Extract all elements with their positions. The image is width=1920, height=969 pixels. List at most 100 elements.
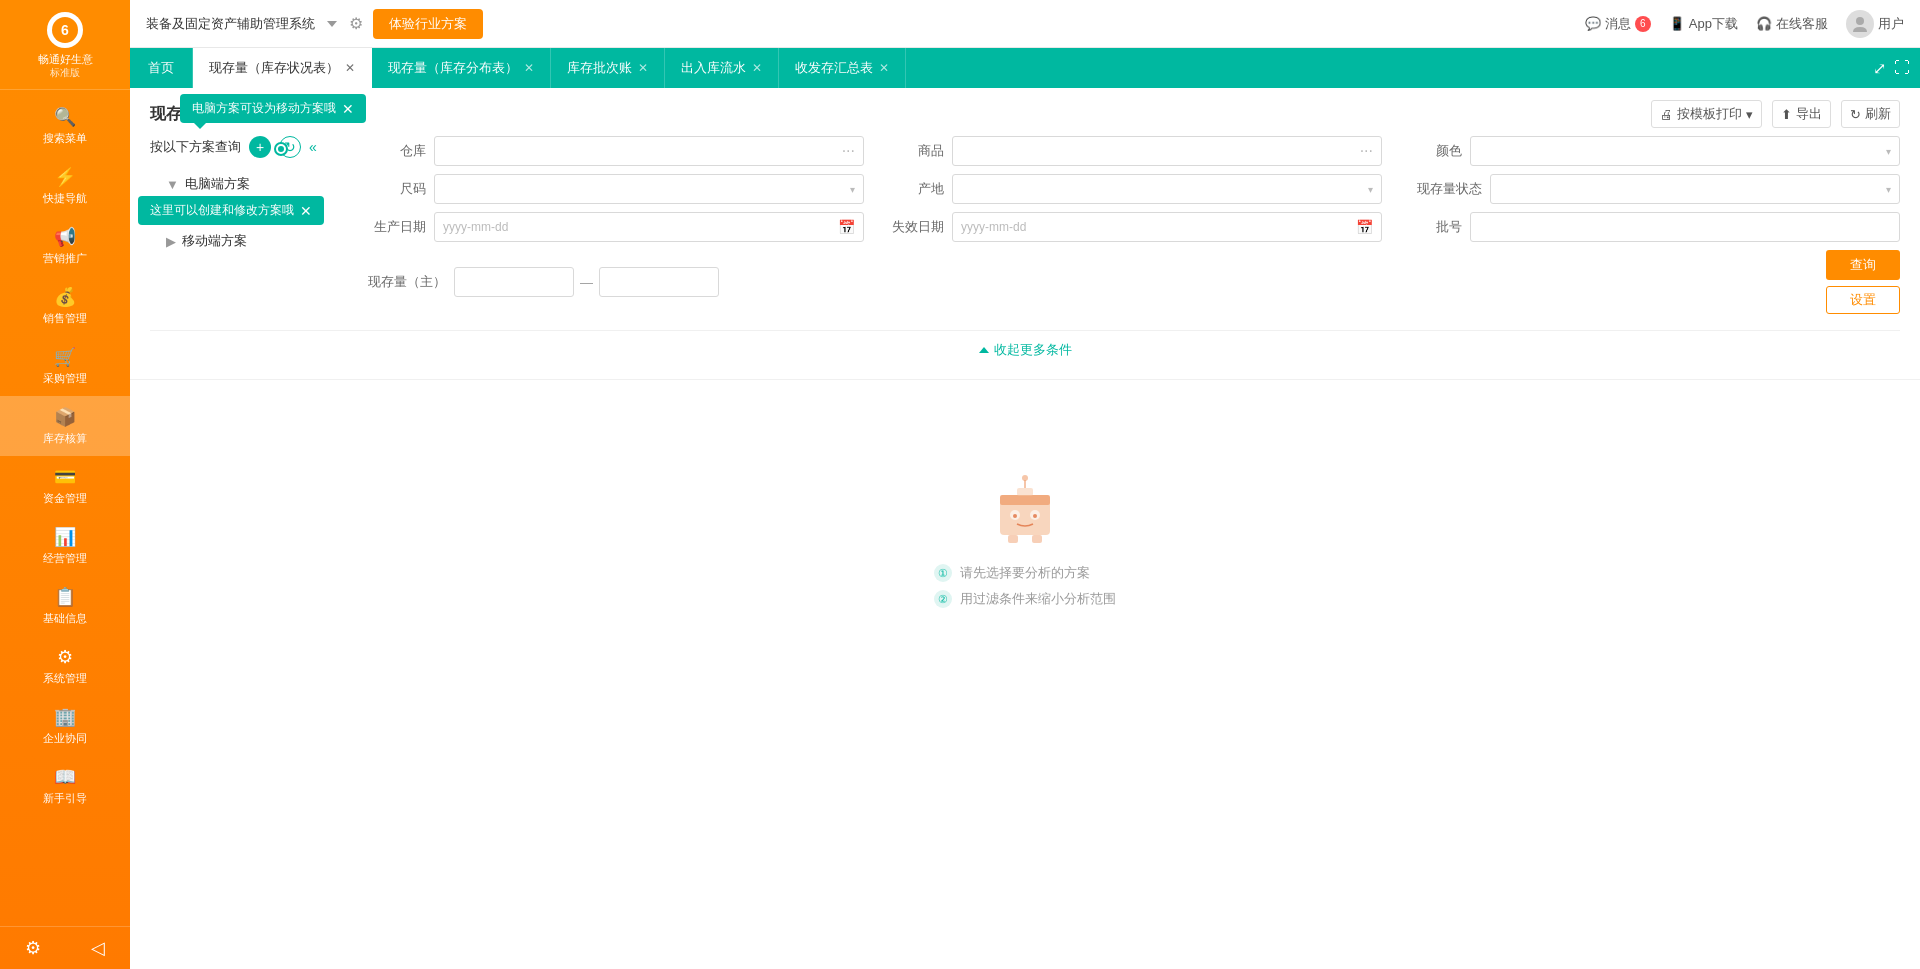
topbar: 装备及固定资产辅助管理系统 ⚙ 体验行业方案 💬 消息 6 📱 App下载 🎧 … [130, 0, 1920, 48]
tab-inout-flow[interactable]: 出入库流水 ✕ [665, 48, 779, 88]
tooltip-close-icon[interactable]: ✕ [342, 101, 354, 117]
page-header: 现存量查询(按仓库+商品) 🖨 按模板打印 ▾ ⬆ 导出 ↻ 刷新 [130, 88, 1920, 136]
tab-maximize-icon[interactable]: ⤢ [1873, 59, 1886, 78]
tab-recv-summary[interactable]: 收发存汇总表 ✕ [779, 48, 906, 88]
collapse-up-icon [978, 344, 990, 356]
sidebar-item-finance[interactable]: 💳 资金管理 [0, 456, 130, 516]
sidebar-item-search[interactable]: 🔍 搜索菜单 [0, 96, 130, 156]
tabbar: 首页 现存量（库存状况表） ✕ 现存量（库存分布表） ✕ 库存批次账 ✕ 出入库… [130, 48, 1920, 88]
empty-illustration [975, 460, 1075, 540]
filter-arrow-left-icon[interactable]: « [309, 139, 317, 155]
collapse-more-btn[interactable]: 收起更多条件 [150, 330, 1900, 369]
sidebar-logo: 6 畅通好生意 标准版 [0, 0, 130, 90]
sidebar-item-operation[interactable]: 📊 经营管理 [0, 516, 130, 576]
marketing-icon: 📢 [54, 226, 76, 248]
export-btn[interactable]: ⬆ 导出 [1772, 100, 1831, 128]
sales-icon: 💰 [54, 286, 76, 308]
lightning-icon: ⚡ [54, 166, 76, 188]
message-btn[interactable]: 💬 消息 6 [1585, 15, 1651, 33]
tab-close-icon[interactable]: ✕ [879, 61, 889, 75]
sidebar-nav: 🔍 搜索菜单 ⚡ 快捷导航 📢 营销推广 💰 销售管理 🛒 采购管理 📦 库存核… [0, 90, 130, 926]
goods-input[interactable]: ··· [952, 136, 1382, 166]
tab-fullscreen-icon[interactable]: ⛶ [1894, 59, 1910, 77]
origin-label: 产地 [884, 180, 944, 198]
stock-range-sep: — [580, 275, 593, 290]
filter-label: 按以下方案查询 [150, 138, 241, 156]
stock-main-input-min[interactable] [454, 267, 574, 297]
tab-stock-batch[interactable]: 库存批次账 ✕ [551, 48, 665, 88]
tab-stock-dist[interactable]: 现存量（库存分布表） ✕ [372, 48, 551, 88]
tab-push-btns: ⤢ ⛶ [1863, 48, 1920, 88]
size-dropdown-icon: ▾ [850, 184, 855, 195]
app-download-btn[interactable]: 📱 App下载 [1669, 15, 1738, 33]
warehouse-dots-icon[interactable]: ··· [842, 142, 855, 160]
produce-date-calendar-icon[interactable]: 📅 [838, 219, 855, 235]
pc-scheme-item[interactable]: ▼ 电脑端方案 [160, 172, 350, 196]
tab-home[interactable]: 首页 [130, 48, 193, 88]
sidebar-item-system[interactable]: ⚙ 系统管理 [0, 636, 130, 696]
filter-section: 按以下方案查询 + ↻ « 电脑方案可设为移动方案哦 ✕ [130, 136, 1920, 380]
settings-icon: ⚙ [57, 646, 73, 668]
sidebar: 6 畅通好生意 标准版 🔍 搜索菜单 ⚡ 快捷导航 📢 营销推广 💰 销售管理 … [0, 0, 130, 969]
tab-inout-flow-label: 出入库流水 [681, 59, 746, 77]
sidebar-item-inventory[interactable]: 📦 库存核算 [0, 396, 130, 456]
tooltip-edit-close-icon[interactable]: ✕ [300, 203, 312, 219]
expire-date-input[interactable]: yyyy-mm-dd 📅 [952, 212, 1382, 242]
system-title: 装备及固定资产辅助管理系统 [146, 15, 315, 33]
search-icon: 🔍 [54, 106, 76, 128]
sidebar-item-enterprise[interactable]: 🏢 企业协同 [0, 696, 130, 756]
stock-main-input-max[interactable] [599, 267, 719, 297]
stock-status-input[interactable]: ▾ [1490, 174, 1900, 204]
goods-dots-icon[interactable]: ··· [1360, 142, 1373, 160]
page-actions: 🖨 按模板打印 ▾ ⬆ 导出 ↻ 刷新 [1651, 100, 1900, 128]
stock-status-label: 现存量状态 [1402, 180, 1482, 198]
mobile-scheme-item[interactable]: ▶ 移动端方案 [160, 229, 350, 253]
user-btn[interactable]: 用户 [1846, 10, 1904, 38]
expire-date-calendar-icon[interactable]: 📅 [1356, 219, 1373, 235]
expire-date-placeholder: yyyy-mm-dd [961, 220, 1026, 234]
sidebar-item-guide[interactable]: 📖 新手引导 [0, 756, 130, 816]
inventory-icon: 📦 [54, 406, 76, 428]
gear-icon[interactable]: ⚙ [349, 14, 363, 33]
svg-rect-11 [1017, 488, 1033, 496]
produce-date-label: 生产日期 [366, 218, 426, 236]
reset-btn[interactable]: 设置 [1826, 286, 1900, 314]
filter-header: 按以下方案查询 + ↻ « 电脑方案可设为移动方案哦 ✕ [150, 136, 350, 158]
industry-btn[interactable]: 体验行业方案 [373, 9, 483, 39]
query-btn[interactable]: 查询 [1826, 250, 1900, 280]
size-input[interactable]: ▾ [434, 174, 864, 204]
svg-marker-2 [327, 21, 337, 27]
tab-stock-status-label: 现存量（库存状况表） [209, 59, 339, 77]
tooltip-add-scheme: 电脑方案可设为移动方案哦 ✕ [180, 94, 366, 123]
tab-close-icon[interactable]: ✕ [345, 61, 355, 75]
batch-input[interactable] [1470, 212, 1900, 242]
batch-label: 批号 [1402, 218, 1462, 236]
sidebar-bottom: ⚙ ◁ [0, 926, 130, 969]
collapse-sidebar-icon[interactable]: ◁ [91, 937, 105, 959]
tab-close-icon[interactable]: ✕ [638, 61, 648, 75]
tab-stock-status[interactable]: 现存量（库存状况表） ✕ [193, 48, 372, 88]
logo-icon: 6 [47, 12, 83, 48]
print-icon: 🖨 [1660, 107, 1673, 122]
refresh-btn[interactable]: ↻ 刷新 [1841, 100, 1900, 128]
settings-bottom-icon[interactable]: ⚙ [25, 937, 41, 959]
filter-row-warehouse: 仓库 ··· [366, 136, 864, 166]
stock-status-dropdown-icon: ▾ [1886, 184, 1891, 195]
produce-date-input[interactable]: yyyy-mm-dd 📅 [434, 212, 864, 242]
sidebar-item-sales[interactable]: 💰 销售管理 [0, 276, 130, 336]
tab-close-icon[interactable]: ✕ [752, 61, 762, 75]
filter-add-btn[interactable]: + [249, 136, 271, 158]
print-btn[interactable]: 🖨 按模板打印 ▾ [1651, 100, 1762, 128]
color-input[interactable]: ▾ [1470, 136, 1900, 166]
dropdown-arrow-icon [325, 17, 339, 31]
sidebar-item-nav[interactable]: ⚡ 快捷导航 [0, 156, 130, 216]
chart-icon: 📊 [54, 526, 76, 548]
sidebar-item-basic[interactable]: 📋 基础信息 [0, 576, 130, 636]
warehouse-input[interactable]: ··· [434, 136, 864, 166]
origin-input[interactable]: ▾ [952, 174, 1382, 204]
tab-close-icon[interactable]: ✕ [524, 61, 534, 75]
service-btn[interactable]: 🎧 在线客服 [1756, 15, 1828, 33]
sidebar-item-purchase[interactable]: 🛒 采购管理 [0, 336, 130, 396]
sidebar-item-marketing[interactable]: 📢 营销推广 [0, 216, 130, 276]
message-badge: 6 [1635, 16, 1651, 32]
